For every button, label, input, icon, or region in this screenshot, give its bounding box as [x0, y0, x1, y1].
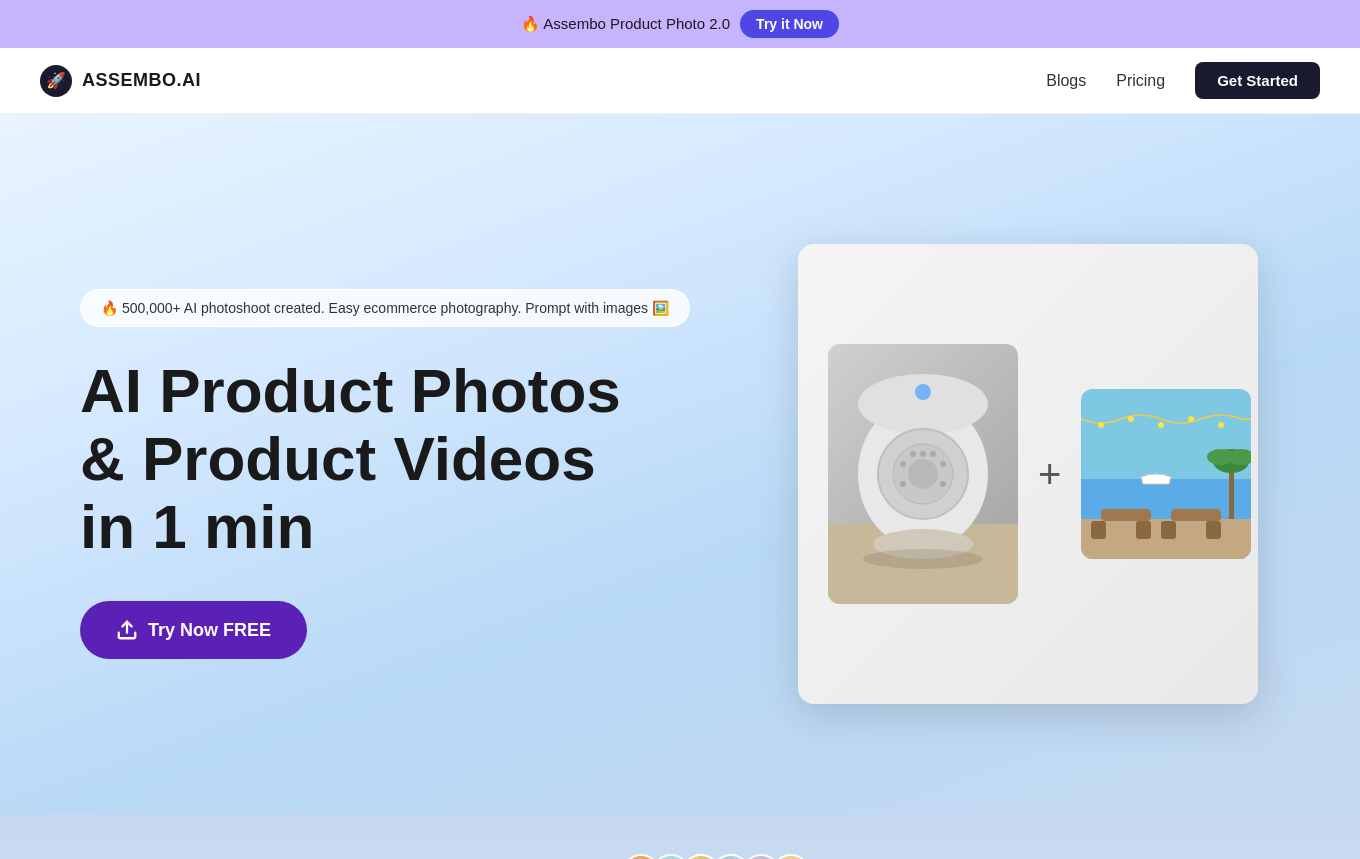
svg-point-24: [1158, 422, 1164, 428]
svg-rect-27: [1101, 509, 1151, 521]
svg-point-13: [940, 461, 946, 467]
svg-point-9: [900, 461, 906, 467]
scene-svg: [1081, 389, 1251, 559]
svg-point-15: [940, 481, 946, 487]
banner-text: 🔥 Assembo Product Photo 2.0: [521, 15, 730, 33]
svg-point-18: [915, 384, 931, 400]
navbar: 🚀 ASSEMBO.AI Blogs Pricing Get Started: [0, 48, 1360, 114]
navbar-logo: 🚀 ASSEMBO.AI: [40, 65, 201, 97]
speaker-svg: [828, 344, 1018, 604]
logo-text: ASSEMBO.AI: [82, 70, 201, 91]
bottom-section: ★ ★ ★ ★ ★ 4.7: [0, 814, 1360, 859]
avatar-1: [622, 854, 660, 859]
avatar-6: [772, 854, 810, 859]
nav-blogs[interactable]: Blogs: [1046, 72, 1086, 90]
avatar-3: [682, 854, 720, 859]
svg-point-11: [920, 451, 926, 457]
top-banner: 🔥 Assembo Product Photo 2.0 Try it Now: [0, 0, 1360, 48]
hero-right: +: [776, 244, 1280, 704]
reviewer-avatars: [622, 854, 810, 859]
avatar-4: [712, 854, 750, 859]
scene-image: [1081, 389, 1251, 559]
svg-point-26: [1218, 422, 1224, 428]
avatar-2: [652, 854, 690, 859]
hero-left: 🔥 500,000+ AI photoshoot created. Easy e…: [80, 289, 730, 660]
svg-rect-29: [1091, 521, 1106, 539]
svg-point-22: [1098, 422, 1104, 428]
svg-text:🚀: 🚀: [46, 71, 66, 90]
svg-point-5: [858, 374, 988, 434]
svg-point-23: [1128, 416, 1134, 422]
svg-rect-30: [1136, 521, 1151, 539]
try-it-now-button[interactable]: Try it Now: [740, 10, 839, 38]
svg-point-17: [863, 549, 983, 569]
product-image: [828, 344, 1018, 604]
upload-icon: [116, 619, 138, 641]
hero-badge: 🔥 500,000+ AI photoshoot created. Easy e…: [80, 289, 690, 327]
hero-section: 🔥 500,000+ AI photoshoot created. Easy e…: [0, 114, 1360, 814]
svg-point-25: [1188, 416, 1194, 422]
hero-badge-text: 🔥 500,000+ AI photoshoot created. Easy e…: [101, 300, 669, 316]
get-started-button[interactable]: Get Started: [1195, 62, 1320, 99]
navbar-links: Blogs Pricing Get Started: [1046, 62, 1320, 99]
svg-point-12: [930, 451, 936, 457]
nav-pricing[interactable]: Pricing: [1116, 72, 1165, 90]
hero-title-line1: AI Product Photos: [80, 356, 621, 425]
photo-card-inner: +: [798, 244, 1258, 704]
hero-title: AI Product Photos & Product Videos in 1 …: [80, 357, 730, 562]
svg-rect-31: [1161, 521, 1176, 539]
try-now-button[interactable]: Try Now FREE: [80, 601, 307, 659]
svg-rect-32: [1206, 521, 1221, 539]
try-now-label: Try Now FREE: [148, 620, 271, 641]
avatar-5: [742, 854, 780, 859]
plus-separator: +: [1038, 452, 1061, 497]
hero-title-line2: & Product Videos: [80, 424, 596, 493]
reviews-row: ★ ★ ★ ★ ★ 4.7: [80, 854, 1280, 859]
svg-point-8: [908, 459, 938, 489]
logo-icon: 🚀: [40, 65, 72, 97]
svg-rect-28: [1171, 509, 1221, 521]
svg-point-10: [910, 451, 916, 457]
hero-title-line3: in 1 min: [80, 492, 314, 561]
product-photo-card: +: [798, 244, 1258, 704]
svg-point-14: [900, 481, 906, 487]
